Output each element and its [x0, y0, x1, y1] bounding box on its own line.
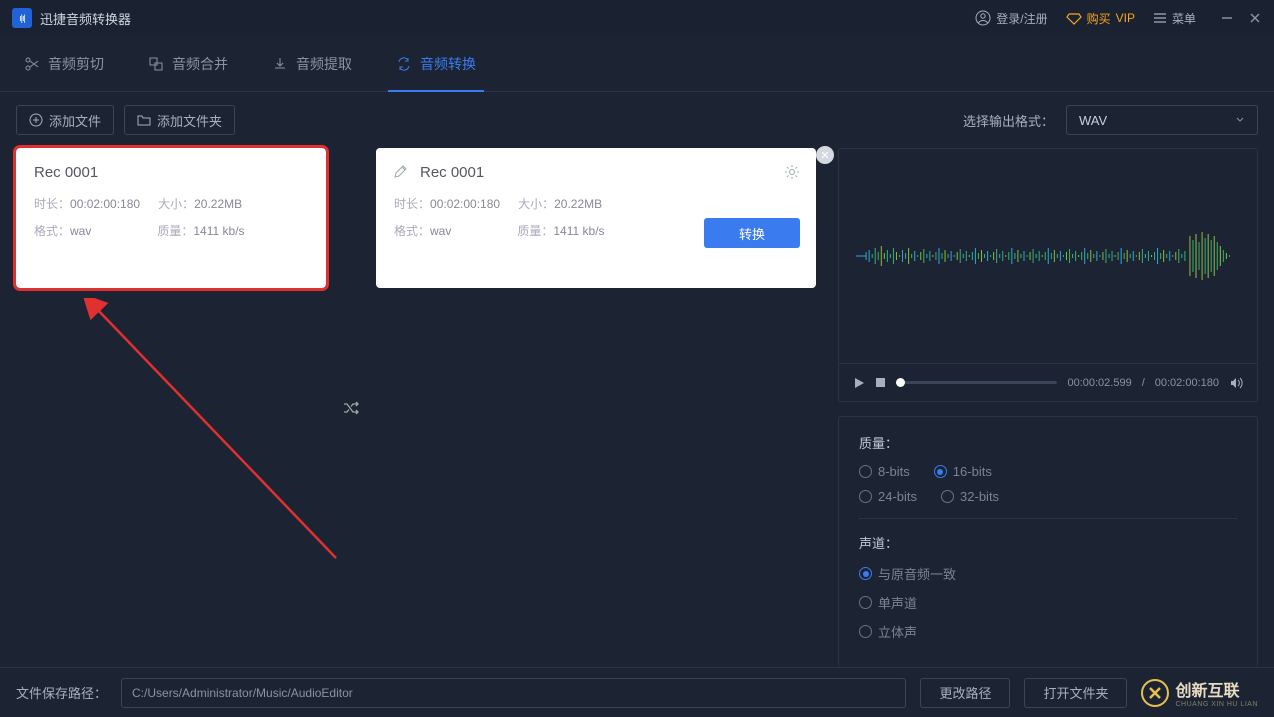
edit-icon[interactable] — [392, 164, 408, 180]
path-label: 文件保存路径： — [16, 683, 107, 702]
user-icon — [975, 10, 991, 26]
close-button[interactable] — [1248, 11, 1262, 25]
vip-button[interactable]: 购买VIP — [1066, 10, 1135, 27]
channel-title: 声道： — [859, 533, 1237, 552]
time-total: 00:02:00:180 — [1155, 377, 1219, 389]
tab-extract[interactable]: 音频提取 — [272, 36, 352, 91]
titlebar: ı|ı| 迅捷音频转换器 登录/注册 购买VIP 菜单 — [0, 0, 1274, 36]
merge-icon — [148, 56, 164, 72]
radio-8bits[interactable]: 8-bits — [859, 464, 910, 479]
radio-24bits[interactable]: 24-bits — [859, 489, 917, 504]
extract-icon — [272, 56, 288, 72]
progress-bar[interactable] — [896, 381, 1057, 384]
tabs: 音频剪切 音频合并 音频提取 音频转换 — [0, 36, 1274, 92]
brand-icon — [1141, 679, 1169, 707]
close-card-button[interactable]: ✕ — [816, 146, 834, 164]
change-path-button[interactable]: 更改路径 — [920, 678, 1010, 708]
file-card-2[interactable]: Rec 0001 ✕ 时长：00:02:00:180 大小：20.22MB 格式… — [376, 148, 816, 288]
waveform — [839, 149, 1257, 363]
time-current: 00:00:02.599 — [1067, 377, 1131, 389]
format-label: 选择输出格式： — [963, 111, 1054, 130]
add-file-button[interactable]: 添加文件 — [16, 105, 114, 135]
save-path[interactable]: C:/Users/Administrator/Music/AudioEditor — [121, 678, 906, 708]
play-button[interactable] — [853, 377, 865, 389]
convert-button[interactable]: 转换 — [704, 218, 800, 248]
player-controls: 00:00:02.599 / 00:02:00:180 — [839, 363, 1257, 401]
quality-title: 质量： — [859, 433, 1237, 452]
plus-circle-icon — [29, 113, 43, 127]
open-folder-button[interactable]: 打开文件夹 — [1024, 678, 1127, 708]
settings-panel: 质量： 8-bits 16-bits 24-bits 32-bits 声道： 与… — [838, 416, 1258, 668]
stop-button[interactable] — [875, 377, 886, 388]
logo-icon: ı|ı| — [12, 8, 32, 28]
minimize-button[interactable] — [1220, 11, 1234, 25]
add-folder-button[interactable]: 添加文件夹 — [124, 105, 235, 135]
tab-convert[interactable]: 音频转换 — [396, 36, 476, 91]
radio-ch-same[interactable]: 与原音频一致 — [859, 564, 956, 583]
login-button[interactable]: 登录/注册 — [975, 10, 1047, 27]
file-name-2: Rec 0001 — [394, 164, 798, 181]
toolbar: 添加文件 添加文件夹 选择输出格式： WAV — [0, 92, 1274, 148]
menu-button[interactable]: 菜单 — [1153, 10, 1196, 27]
file-name: Rec 0001 — [34, 164, 308, 181]
radio-ch-stereo[interactable]: 立体声 — [859, 622, 917, 641]
brand-logo: 创新互联 CHUANG XIN HU LIAN — [1141, 677, 1258, 708]
tab-merge[interactable]: 音频合并 — [148, 36, 228, 91]
menu-icon — [1153, 11, 1167, 25]
footer: 文件保存路径： C:/Users/Administrator/Music/Aud… — [0, 667, 1274, 717]
scissors-icon — [24, 56, 40, 72]
convert-icon — [396, 56, 412, 72]
diamond-icon — [1066, 10, 1082, 26]
gear-icon[interactable] — [784, 164, 800, 180]
file-card-1[interactable]: Rec 0001 时长：00:02:00:180 大小：20.22MB 格式：w… — [16, 148, 326, 288]
tab-cut[interactable]: 音频剪切 — [24, 36, 104, 91]
chevron-down-icon — [1235, 115, 1245, 125]
app-logo: ı|ı| 迅捷音频转换器 — [12, 8, 131, 28]
annotation-arrow — [76, 298, 356, 578]
radio-16bits[interactable]: 16-bits — [934, 464, 992, 479]
radio-32bits[interactable]: 32-bits — [941, 489, 999, 504]
audio-preview: 00:00:02.599 / 00:02:00:180 — [838, 148, 1258, 402]
app-name: 迅捷音频转换器 — [40, 9, 131, 28]
volume-button[interactable] — [1229, 376, 1243, 390]
radio-ch-mono[interactable]: 单声道 — [859, 593, 917, 612]
format-select[interactable]: WAV — [1066, 105, 1258, 135]
folder-icon — [137, 113, 151, 127]
